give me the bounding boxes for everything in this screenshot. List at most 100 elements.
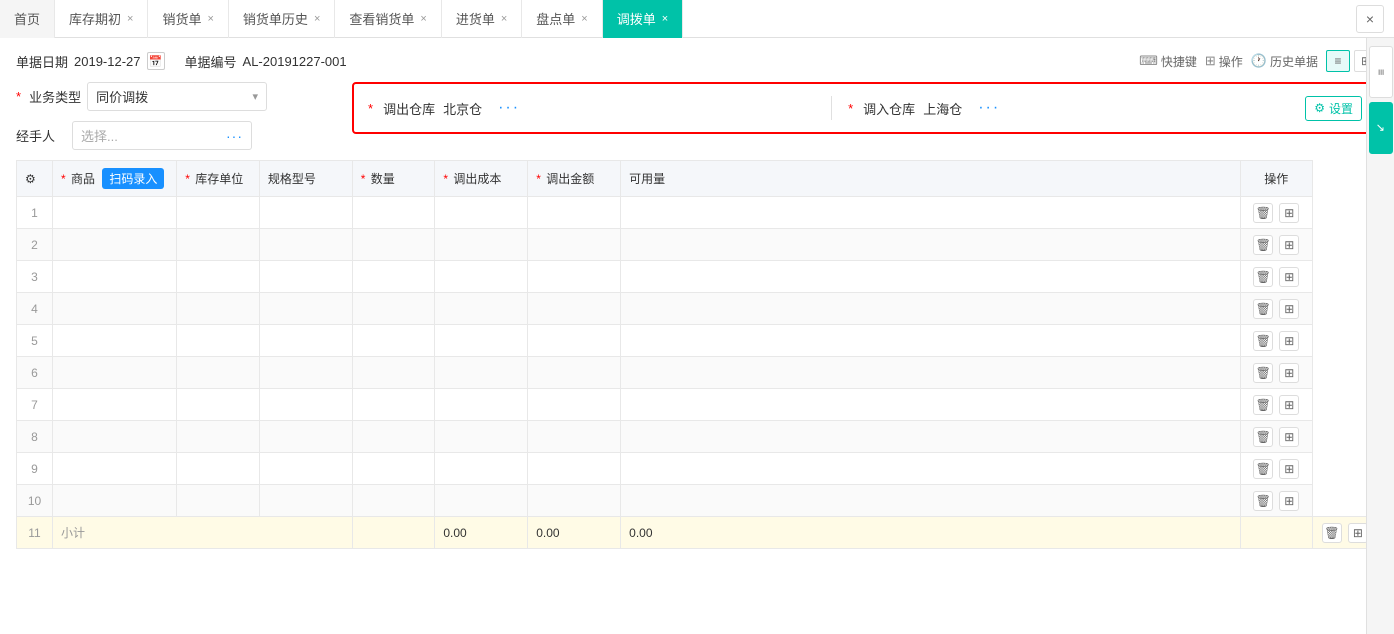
cost-cell[interactable]: [435, 357, 528, 389]
handler-select[interactable]: 选择... ···: [72, 121, 252, 150]
available-cell[interactable]: [621, 261, 1240, 293]
tab-close-purchase[interactable]: ×: [501, 13, 507, 25]
cost-cell[interactable]: [435, 261, 528, 293]
unit-cell[interactable]: [177, 357, 260, 389]
available-cell[interactable]: [621, 357, 1240, 389]
amount-cell[interactable]: [528, 229, 621, 261]
amount-cell[interactable]: [528, 197, 621, 229]
delete-icon[interactable]: 🗑: [1253, 363, 1273, 383]
tab-sales-order[interactable]: 销货单 ×: [148, 0, 228, 38]
delete-icon[interactable]: 🗑: [1253, 459, 1273, 479]
delete-icon[interactable]: 🗑: [1322, 523, 1342, 543]
qty-cell[interactable]: [352, 421, 435, 453]
delete-icon[interactable]: 🗑: [1253, 299, 1273, 319]
cost-cell[interactable]: [435, 229, 528, 261]
delete-icon[interactable]: 🗑: [1253, 395, 1273, 415]
product-cell[interactable]: [53, 325, 177, 357]
amount-cell[interactable]: [528, 389, 621, 421]
cost-cell[interactable]: [435, 485, 528, 517]
qty-cell[interactable]: [352, 325, 435, 357]
spec-cell[interactable]: [259, 357, 352, 389]
copy-icon[interactable]: ⊞: [1279, 299, 1299, 319]
calendar-icon[interactable]: 📅: [147, 52, 165, 70]
available-cell[interactable]: [621, 389, 1240, 421]
amount-cell[interactable]: [528, 261, 621, 293]
delete-icon[interactable]: 🗑: [1253, 235, 1273, 255]
warehouse-out-more-icon[interactable]: ···: [498, 99, 520, 117]
product-cell[interactable]: [53, 229, 177, 261]
warehouse-in-more-icon[interactable]: ···: [978, 99, 1000, 117]
qty-cell[interactable]: [352, 261, 435, 293]
spec-cell[interactable]: [259, 325, 352, 357]
tab-transfer[interactable]: 调拨单 ×: [603, 0, 683, 38]
tab-home[interactable]: 首页: [0, 0, 55, 38]
unit-cell[interactable]: [177, 229, 260, 261]
available-cell[interactable]: [621, 453, 1240, 485]
tab-sales-history[interactable]: 销货单历史 ×: [229, 0, 335, 38]
tab-close-stock-init[interactable]: ×: [127, 13, 133, 25]
copy-icon[interactable]: ⊞: [1279, 267, 1299, 287]
product-cell[interactable]: [53, 293, 177, 325]
copy-icon[interactable]: ⊞: [1348, 523, 1368, 543]
cost-cell[interactable]: [435, 293, 528, 325]
product-cell[interactable]: [53, 389, 177, 421]
amount-cell[interactable]: [528, 421, 621, 453]
available-cell[interactable]: [621, 197, 1240, 229]
cost-cell[interactable]: [435, 325, 528, 357]
qty-cell[interactable]: [352, 197, 435, 229]
unit-cell[interactable]: [177, 421, 260, 453]
spec-cell[interactable]: [259, 197, 352, 229]
spec-cell[interactable]: [259, 421, 352, 453]
product-cell[interactable]: [53, 421, 177, 453]
product-cell[interactable]: [53, 261, 177, 293]
window-close-button[interactable]: ×: [1356, 5, 1384, 33]
tab-view-sales[interactable]: 查看销货单 ×: [335, 0, 441, 38]
unit-cell[interactable]: [177, 261, 260, 293]
settings-button[interactable]: ⚙ 设置: [1305, 96, 1362, 121]
available-cell[interactable]: [621, 325, 1240, 357]
unit-cell[interactable]: [177, 325, 260, 357]
tab-close-sales-order[interactable]: ×: [207, 13, 213, 25]
product-cell[interactable]: [53, 197, 177, 229]
available-cell[interactable]: [621, 421, 1240, 453]
delete-icon[interactable]: 🗑: [1253, 491, 1273, 511]
amount-cell[interactable]: [528, 325, 621, 357]
spec-cell[interactable]: [259, 293, 352, 325]
qty-cell[interactable]: [352, 229, 435, 261]
tab-stock-init[interactable]: 库存期初 ×: [55, 0, 148, 38]
unit-cell[interactable]: [177, 197, 260, 229]
cost-cell[interactable]: [435, 389, 528, 421]
shortcuts-button[interactable]: ⌨ 快捷键: [1139, 53, 1197, 70]
cost-cell[interactable]: [435, 421, 528, 453]
unit-cell[interactable]: [177, 389, 260, 421]
available-cell[interactable]: [621, 485, 1240, 517]
copy-icon[interactable]: ⊞: [1279, 427, 1299, 447]
copy-icon[interactable]: ⊞: [1279, 363, 1299, 383]
spec-cell[interactable]: [259, 229, 352, 261]
copy-icon[interactable]: ⊞: [1279, 235, 1299, 255]
copy-icon[interactable]: ⊞: [1279, 491, 1299, 511]
spec-cell[interactable]: [259, 453, 352, 485]
tab-close-transfer[interactable]: ×: [662, 13, 668, 25]
copy-icon[interactable]: ⊞: [1279, 331, 1299, 351]
delete-icon[interactable]: 🗑: [1253, 331, 1273, 351]
copy-icon[interactable]: ⊞: [1279, 203, 1299, 223]
tab-stocktake[interactable]: 盘点单 ×: [522, 0, 602, 38]
spec-cell[interactable]: [259, 261, 352, 293]
delete-icon[interactable]: 🗑: [1253, 427, 1273, 447]
qty-cell[interactable]: [352, 357, 435, 389]
scan-button[interactable]: 扫码录入: [102, 168, 164, 189]
tab-close-sales-history[interactable]: ×: [314, 13, 320, 25]
qty-cell[interactable]: [352, 453, 435, 485]
unit-cell[interactable]: [177, 453, 260, 485]
tab-close-view-sales[interactable]: ×: [420, 13, 426, 25]
amount-cell[interactable]: [528, 357, 621, 389]
business-type-select[interactable]: 同价调拨 ▾: [87, 82, 267, 111]
product-cell[interactable]: [53, 485, 177, 517]
unit-cell[interactable]: [177, 485, 260, 517]
delete-icon[interactable]: 🗑: [1253, 267, 1273, 287]
history-button[interactable]: 🕐 历史单据: [1251, 53, 1318, 70]
product-cell[interactable]: [53, 453, 177, 485]
sidebar-export-button[interactable]: ↗: [1369, 102, 1393, 154]
cost-cell[interactable]: [435, 453, 528, 485]
